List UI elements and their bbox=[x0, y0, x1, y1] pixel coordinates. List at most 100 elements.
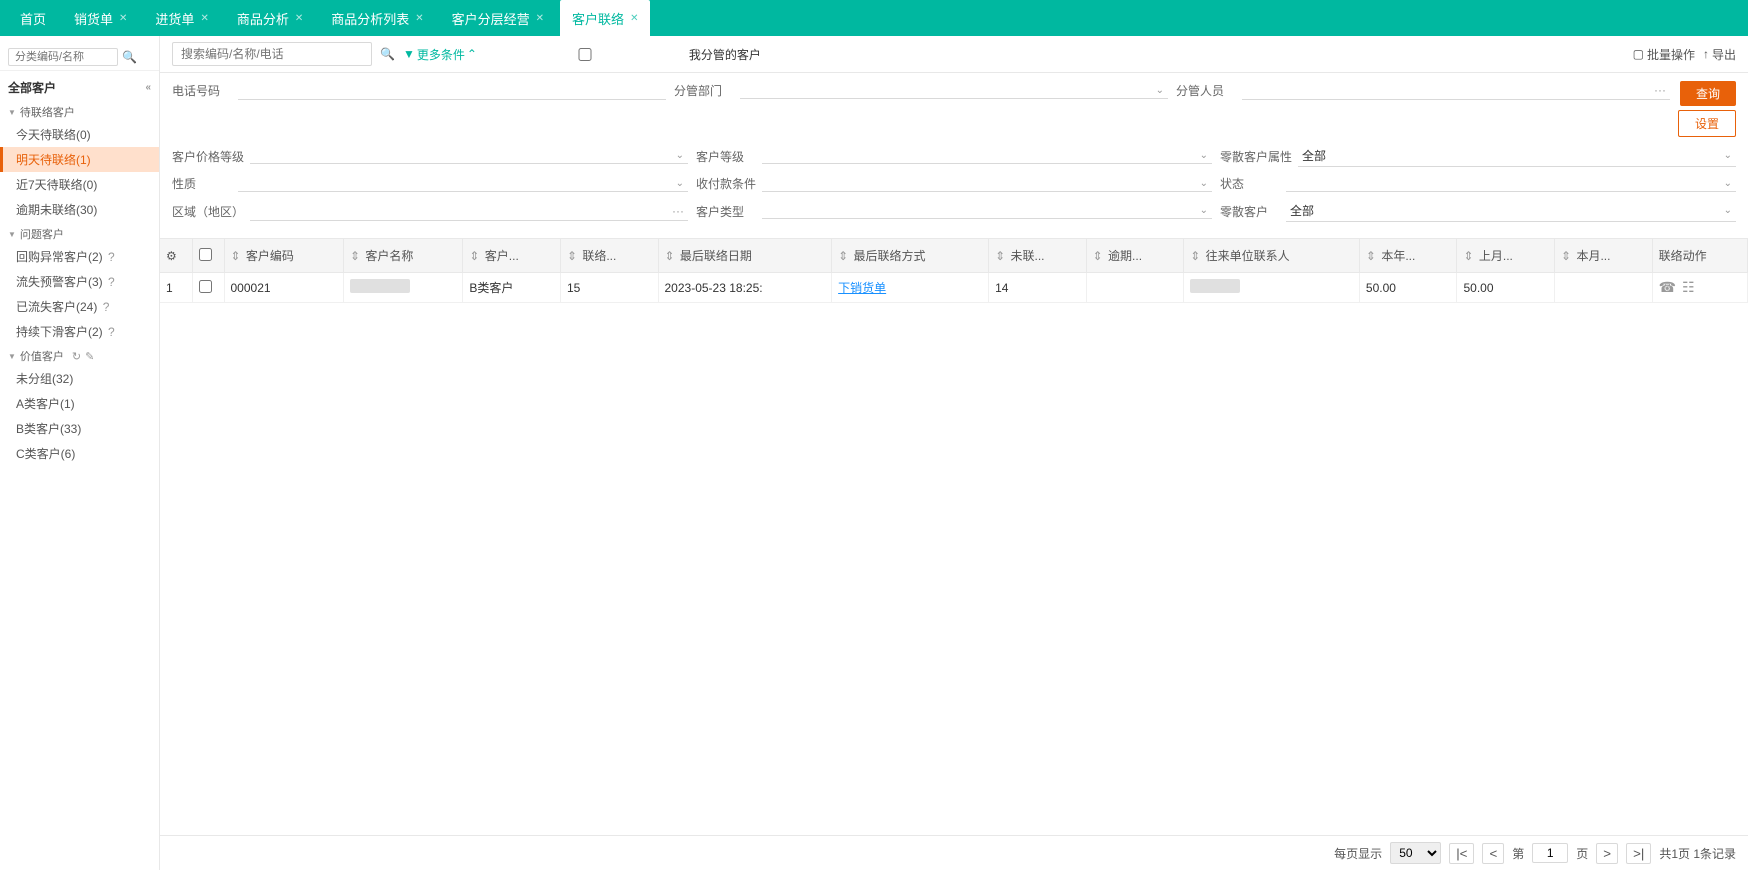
query-button[interactable]: 查询 bbox=[1680, 81, 1736, 106]
question-icon-3: ? bbox=[103, 300, 110, 314]
sidebar-search-icon[interactable]: 🔍 bbox=[122, 50, 137, 64]
row-overdue bbox=[1086, 273, 1184, 303]
sidebar-item-tomorrow-contact[interactable]: 明天待联络(1) bbox=[0, 147, 159, 172]
sidebar-search-input[interactable] bbox=[8, 48, 118, 66]
filter-retail-attr: 零散客户属性 全部 ⌄ bbox=[1220, 145, 1736, 167]
search-input[interactable] bbox=[172, 42, 372, 66]
sidebar-item-lost-customer[interactable]: 已流失客户(24) ? bbox=[0, 294, 159, 319]
col-settings[interactable]: ⚙ bbox=[160, 239, 192, 273]
nav-product-analysis-list[interactable]: 商品分析列表 ✕ bbox=[319, 0, 435, 36]
sort-icon-type: ⇕ bbox=[469, 249, 479, 263]
filter-row-3: 性质 ⌄ 收付款条件 ⌄ 状态 bbox=[172, 175, 1736, 192]
search-bar-right: ▢ 批量操作 ↑ 导出 bbox=[1633, 46, 1736, 63]
table-row: 1 000021 B类客户 15 2023-05-23 18:25: 下销货单 bbox=[160, 273, 1748, 303]
search-button-icon[interactable]: 🔍 bbox=[380, 47, 395, 61]
sort-icon-contact: ⇕ bbox=[567, 249, 577, 263]
filter-payment-select[interactable]: ⌄ bbox=[762, 176, 1212, 192]
filter-retail-attr-select[interactable]: 全部 ⌄ bbox=[1298, 145, 1736, 167]
page-suffix: 页 bbox=[1576, 845, 1588, 862]
more-action-icon[interactable]: ☷ bbox=[1682, 279, 1695, 296]
filter-region: 区域（地区） ··· bbox=[172, 202, 688, 221]
chevron-down-grade: ⌄ bbox=[1200, 150, 1208, 161]
nav-purchase-order[interactable]: 进货单 ✕ bbox=[143, 0, 220, 36]
nav-customer-contact[interactable]: 客户联络 ✕ bbox=[560, 0, 650, 36]
nav-home[interactable]: 首页 bbox=[8, 0, 58, 36]
chevron-down-nature: ⌄ bbox=[676, 178, 684, 189]
row-actions: ☎ ☷ bbox=[1652, 273, 1747, 303]
nav-sales-order[interactable]: 销货单 ✕ bbox=[62, 0, 139, 36]
my-customer-checkbox-label[interactable]: 我分管的客户 bbox=[485, 46, 761, 63]
sidebar-item-declining-customer[interactable]: 持续下滑客户(2) ? bbox=[0, 319, 159, 344]
chevron-down-customer-type: ⌄ bbox=[1200, 205, 1208, 216]
close-customer-contact-icon[interactable]: ✕ bbox=[630, 13, 638, 24]
close-sales-order-icon[interactable]: ✕ bbox=[119, 13, 127, 24]
sidebar-all-customers[interactable]: 全部客户 « bbox=[0, 75, 159, 100]
sidebar-item-repurchase-abnormal[interactable]: 回购异常客户(2) ? bbox=[0, 244, 159, 269]
sidebar-item-7days-contact[interactable]: 近7天待联络(0) bbox=[0, 172, 159, 197]
sidebar-item-unclassified[interactable]: 未分组(32) bbox=[0, 366, 159, 391]
region-dots-button[interactable]: ··· bbox=[672, 204, 684, 218]
first-page-button[interactable]: |< bbox=[1449, 843, 1474, 864]
refresh-icon[interactable]: ↻ bbox=[72, 350, 81, 363]
row-checkbox[interactable] bbox=[199, 280, 212, 293]
row-this-month bbox=[1555, 273, 1653, 303]
row-contact-person bbox=[1184, 273, 1360, 303]
sidebar-item-class-a[interactable]: A类客户(1) bbox=[0, 391, 159, 416]
filter-panel: 电话号码 分管部门 ⌄ 分管人员 ··· bbox=[160, 73, 1748, 239]
sidebar-group-pending: ▼ 待联络客户 bbox=[0, 100, 159, 122]
edit-icon[interactable]: ✎ bbox=[85, 350, 94, 363]
page-size-label: 每页显示 bbox=[1334, 845, 1382, 862]
filter-payment-terms: 收付款条件 ⌄ bbox=[696, 175, 1212, 192]
last-contact-link[interactable]: 下销货单 bbox=[838, 281, 886, 295]
sort-icon-year: ⇕ bbox=[1366, 249, 1376, 263]
select-all-checkbox[interactable] bbox=[199, 248, 212, 261]
close-purchase-order-icon[interactable]: ✕ bbox=[200, 13, 208, 24]
close-customer-tier-icon[interactable]: ✕ bbox=[536, 13, 544, 24]
chevron-down-retail-attr: ⌄ bbox=[1724, 150, 1732, 161]
filter-status-select[interactable]: ⌄ bbox=[1286, 176, 1736, 192]
row-checkbox-cell[interactable] bbox=[192, 273, 224, 303]
action-icons-group: ☎ ☷ bbox=[1659, 279, 1741, 296]
export-button[interactable]: ↑ 导出 bbox=[1703, 46, 1736, 63]
filter-customer-grade-select[interactable]: ⌄ bbox=[762, 148, 1212, 164]
close-product-analysis-icon[interactable]: ✕ bbox=[295, 13, 303, 24]
question-icon-2: ? bbox=[108, 275, 115, 289]
nav-customer-tier[interactable]: 客户分层经营 ✕ bbox=[440, 0, 556, 36]
col-unlocked: ⇕ 未联... bbox=[989, 239, 1087, 273]
filter-nature-select[interactable]: ⌄ bbox=[238, 176, 688, 192]
triangle-icon: ▼ bbox=[8, 108, 16, 117]
filter-retail-customer: 零散客户 全部 ⌄ bbox=[1220, 200, 1736, 222]
filter-price-tier-select[interactable]: ⌄ bbox=[250, 148, 688, 164]
filter-dept-select[interactable]: ⌄ bbox=[740, 83, 1168, 99]
sidebar-item-today-contact[interactable]: 今天待联络(0) bbox=[0, 122, 159, 147]
my-customer-checkbox[interactable] bbox=[485, 48, 685, 61]
prev-page-button[interactable]: < bbox=[1482, 843, 1504, 864]
settings-icon[interactable]: ⚙ bbox=[166, 249, 177, 263]
filter-customer-type: 客户类型 ⌄ bbox=[696, 203, 1212, 220]
sort-icon-person: ⇕ bbox=[1190, 249, 1200, 263]
filter-nature: 性质 ⌄ bbox=[172, 175, 688, 192]
more-filter-button[interactable]: ▼ 更多条件 ⌃ bbox=[403, 46, 477, 63]
page-size-select[interactable]: 50 100 200 bbox=[1390, 842, 1441, 864]
sidebar-item-loss-warning[interactable]: 流失预警客户(3) ? bbox=[0, 269, 159, 294]
close-product-analysis-list-icon[interactable]: ✕ bbox=[415, 13, 423, 24]
contact-action-icon[interactable]: ☎ bbox=[1659, 279, 1676, 296]
filter-actions: 查询 设置 bbox=[1678, 81, 1736, 137]
settings-button[interactable]: 设置 bbox=[1678, 110, 1736, 137]
nav-product-analysis[interactable]: 商品分析 ✕ bbox=[225, 0, 315, 36]
last-page-button[interactable]: >| bbox=[1626, 843, 1651, 864]
row-index: 1 bbox=[160, 273, 192, 303]
sidebar-item-overdue-contact[interactable]: 逾期未联络(30) bbox=[0, 197, 159, 222]
sidebar-item-class-c[interactable]: C类客户(6) bbox=[0, 441, 159, 466]
filter-phone-input[interactable] bbox=[238, 81, 666, 100]
batch-operation-button[interactable]: ▢ 批量操作 bbox=[1633, 46, 1695, 63]
page-number-input[interactable] bbox=[1532, 843, 1568, 863]
col-checkbox[interactable] bbox=[192, 239, 224, 273]
filter-customer-type-select[interactable]: ⌄ bbox=[762, 203, 1212, 219]
next-page-button[interactable]: > bbox=[1596, 843, 1618, 864]
sidebar-item-class-b[interactable]: B类客户(33) bbox=[0, 416, 159, 441]
manager-dots-button[interactable]: ··· bbox=[1654, 83, 1666, 97]
filter-retail-customer-select[interactable]: 全部 ⌄ bbox=[1286, 200, 1736, 222]
sort-icon-method: ⇕ bbox=[838, 249, 848, 263]
row-last-contact-method[interactable]: 下销货单 bbox=[832, 273, 989, 303]
